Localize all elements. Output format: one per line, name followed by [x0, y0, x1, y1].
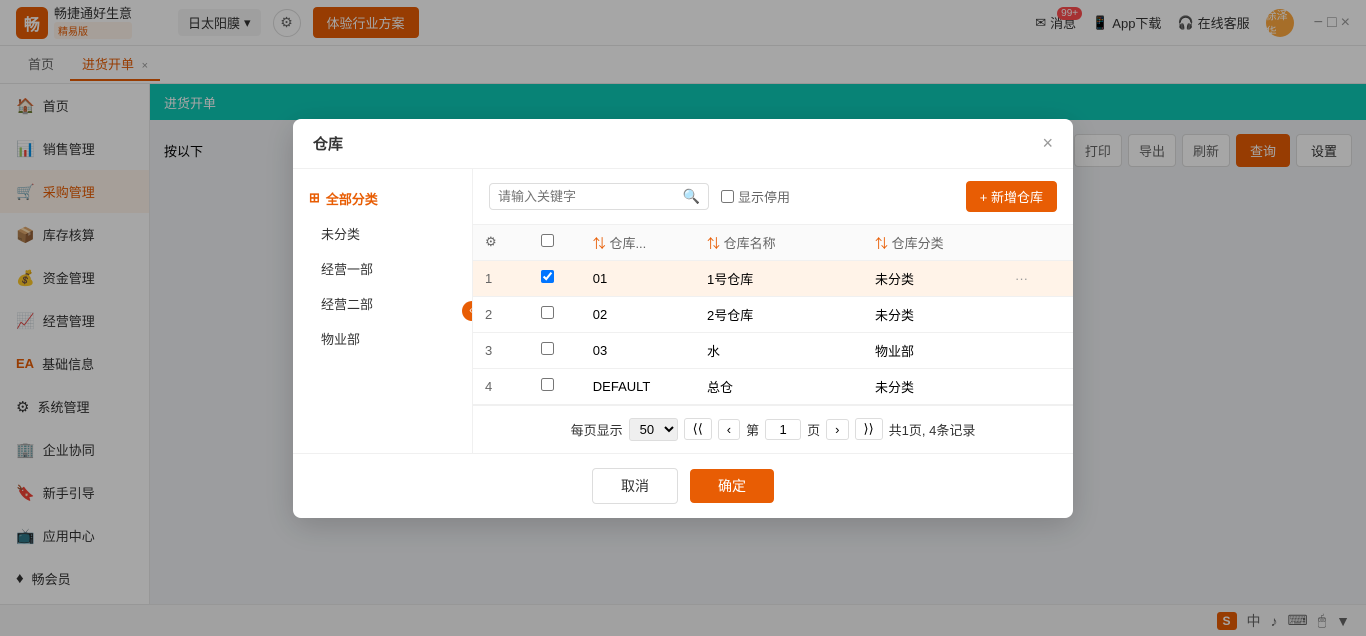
- warehouse-table: ⚙ ⇅ 仓库... ⇅: [473, 225, 1073, 405]
- chevron-left-icon: «: [469, 305, 473, 316]
- grid-icon: ⊞: [309, 190, 320, 206]
- row-category: 未分类: [863, 260, 1003, 296]
- confirm-button[interactable]: 确定: [690, 469, 774, 503]
- row-checkbox[interactable]: [541, 342, 554, 355]
- category-panel: ⊞ 全部分类 未分类 经营一部 经营二部 物业部 «: [293, 169, 473, 453]
- sort-name-icon[interactable]: ⇅: [707, 236, 720, 251]
- row-category: 未分类: [863, 368, 1003, 404]
- table-row[interactable]: 4 DEFAULT 总仓 未分类: [473, 368, 1073, 404]
- cancel-button[interactable]: 取消: [592, 468, 678, 504]
- warehouse-dialog: 仓库 × ⊞ 全部分类 未分类 经营一部 经营二部: [293, 119, 1073, 518]
- row-ops: ···: [1003, 260, 1073, 296]
- row-name: 总仓: [695, 368, 863, 404]
- category-item-unclassified[interactable]: 未分类: [293, 216, 472, 251]
- row-name: 水: [695, 332, 863, 368]
- row-checkbox[interactable]: [541, 270, 554, 283]
- th-ops: [1003, 225, 1073, 261]
- th-checkbox: [529, 225, 581, 261]
- table-header-row: ⚙ ⇅ 仓库... ⇅: [473, 225, 1073, 261]
- new-warehouse-button[interactable]: + 新增仓库: [966, 181, 1057, 212]
- row-ops: [1003, 296, 1073, 332]
- category-all[interactable]: ⊞ 全部分类: [293, 181, 472, 216]
- table-row[interactable]: 3 03 水 物业部: [473, 332, 1073, 368]
- search-icon[interactable]: 🔍: [683, 188, 700, 205]
- row-name: 1号仓库: [695, 260, 863, 296]
- category-item-property[interactable]: 物业部: [293, 321, 472, 356]
- dialog-footer: 取消 确定: [293, 453, 1073, 518]
- row-code: DEFAULT: [581, 368, 695, 404]
- page-input[interactable]: [765, 419, 801, 440]
- pagination: 每页显示 50 ⟨⟨ ‹ 第 页 › ⟩⟩ 共1页, 4条记录: [473, 405, 1073, 453]
- search-input[interactable]: [498, 189, 683, 204]
- row-num: 1: [473, 260, 529, 296]
- table-row[interactable]: 2 02 2号仓库 未分类: [473, 296, 1073, 332]
- table-row[interactable]: 1 01 1号仓库 未分类 ···: [473, 260, 1073, 296]
- row-num: 2: [473, 296, 529, 332]
- row-checkbox-cell: [529, 296, 581, 332]
- select-all-checkbox[interactable]: [541, 234, 554, 247]
- last-page-button[interactable]: ⟩⟩: [855, 418, 883, 440]
- dialog-body: ⊞ 全部分类 未分类 经营一部 经营二部 物业部 «: [293, 169, 1073, 453]
- sort-code-icon[interactable]: ⇅: [593, 236, 606, 251]
- th-name: ⇅ 仓库名称: [695, 225, 863, 261]
- th-settings: ⚙: [473, 225, 529, 261]
- modal-overlay: 仓库 × ⊞ 全部分类 未分类 经营一部 经营二部: [0, 0, 1366, 636]
- table-panel: 🔍 显示停用 + 新增仓库 ⚙: [473, 169, 1073, 453]
- table-scroll: ⚙ ⇅ 仓库... ⇅: [473, 225, 1073, 405]
- row-code: 01: [581, 260, 695, 296]
- row-num: 3: [473, 332, 529, 368]
- next-page-button[interactable]: ›: [826, 419, 848, 440]
- th-code: ⇅ 仓库...: [581, 225, 695, 261]
- per-page-label: 每页显示: [571, 420, 623, 439]
- row-name: 2号仓库: [695, 296, 863, 332]
- row-code: 02: [581, 296, 695, 332]
- category-item-ops2[interactable]: 经营二部: [293, 286, 472, 321]
- page-label: 第: [746, 420, 759, 439]
- category-all-label: 全部分类: [326, 189, 378, 208]
- row-num: 4: [473, 368, 529, 404]
- row-ops: [1003, 368, 1073, 404]
- settings-col-icon: ⚙: [485, 234, 497, 249]
- row-ops: [1003, 332, 1073, 368]
- row-category: 未分类: [863, 296, 1003, 332]
- show-disabled-label[interactable]: 显示停用: [721, 187, 790, 206]
- th-category: ⇅ 仓库分类: [863, 225, 1003, 261]
- sort-cat-icon[interactable]: ⇅: [875, 236, 888, 251]
- category-item-ops1[interactable]: 经营一部: [293, 251, 472, 286]
- row-checkbox-cell: [529, 260, 581, 296]
- total-info: 共1页, 4条记录: [889, 420, 976, 439]
- row-checkbox-cell: [529, 368, 581, 404]
- row-checkbox[interactable]: [541, 378, 554, 391]
- dialog-header: 仓库 ×: [293, 119, 1073, 169]
- per-page-select[interactable]: 50: [629, 418, 678, 441]
- first-page-button[interactable]: ⟨⟨: [684, 418, 712, 440]
- row-code: 03: [581, 332, 695, 368]
- prev-page-button[interactable]: ‹: [718, 419, 740, 440]
- row-checkbox-cell: [529, 332, 581, 368]
- dialog-title: 仓库: [313, 133, 343, 154]
- row-more-icon[interactable]: ···: [1015, 271, 1028, 286]
- table-toolbar: 🔍 显示停用 + 新增仓库: [473, 169, 1073, 225]
- search-wrap: 🔍: [489, 183, 709, 210]
- row-category: 物业部: [863, 332, 1003, 368]
- page-unit: 页: [807, 420, 820, 439]
- dialog-close-button[interactable]: ×: [1042, 134, 1053, 152]
- row-checkbox[interactable]: [541, 306, 554, 319]
- show-disabled-checkbox[interactable]: [721, 190, 734, 203]
